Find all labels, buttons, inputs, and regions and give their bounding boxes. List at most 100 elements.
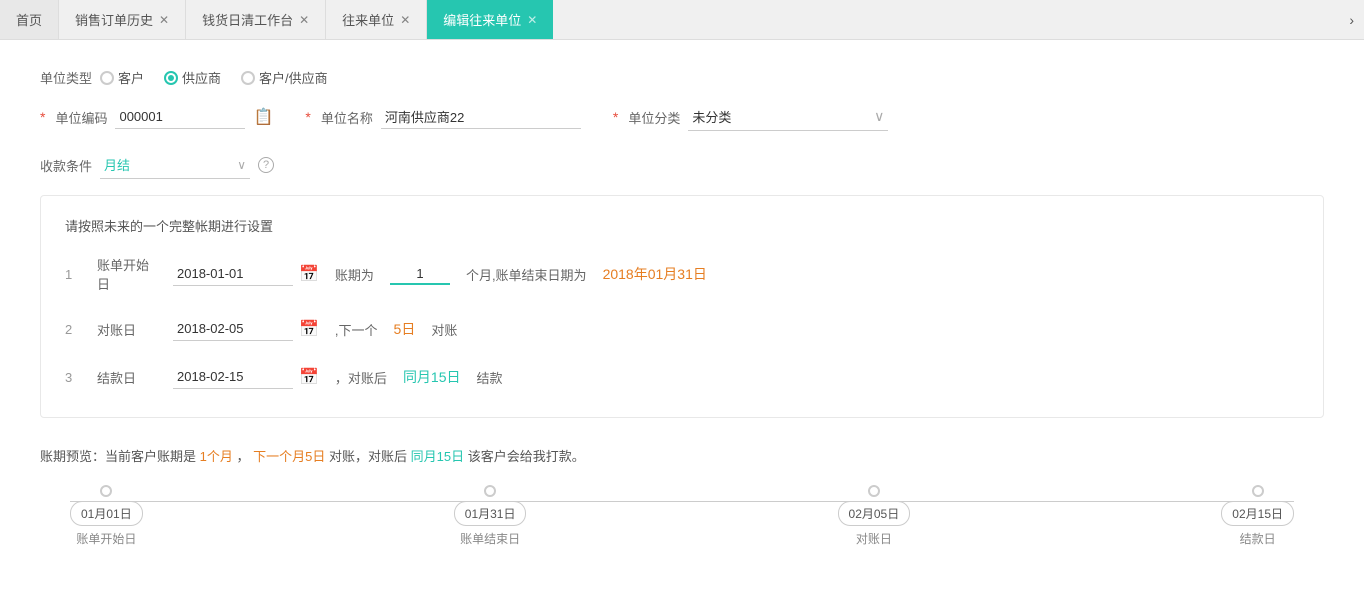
radio-both[interactable]: 客户/供应商 bbox=[241, 68, 328, 87]
reconcile-date-input[interactable] bbox=[173, 317, 293, 341]
row1-suffix: 账期为 bbox=[335, 265, 374, 284]
row3-prefix: ，对账后 bbox=[335, 368, 387, 387]
reconcile-date-row: 2 对账日 📅 ,下一个 5日 对账 bbox=[65, 317, 1299, 341]
tab-sales-order-history[interactable]: 销售订单历史 ✕ bbox=[59, 0, 186, 39]
node3-badge: 02月05日 bbox=[838, 501, 911, 526]
radio-customer-label: 客户 bbox=[118, 68, 144, 87]
payment-terms-value: 月结 bbox=[104, 155, 130, 174]
unit-fields-row: * 单位编码 📋 * 单位名称 * 单位分类 未分类 ∨ bbox=[40, 103, 1324, 131]
row3-label: 结款日 bbox=[97, 368, 157, 387]
node2-label: 账单结束日 bbox=[460, 530, 520, 547]
payment-date-wrap: 📅 bbox=[173, 365, 319, 389]
reconcile-date-calendar-icon[interactable]: 📅 bbox=[299, 319, 319, 339]
row3-num: 3 bbox=[65, 370, 81, 385]
section-instruction: 请按照未来的一个完整帐期进行设置 bbox=[65, 216, 1299, 235]
preview-label: 账期预览：当前客户账期是 bbox=[40, 449, 196, 464]
payment-date-input[interactable] bbox=[173, 365, 293, 389]
unit-code-group: * 单位编码 📋 bbox=[40, 105, 273, 129]
unit-type-label: 单位类型 bbox=[40, 68, 92, 87]
row2-suffix: 对账 bbox=[431, 320, 457, 339]
start-date-calendar-icon[interactable]: 📅 bbox=[299, 264, 319, 284]
unit-code-label: 单位编码 bbox=[55, 108, 107, 127]
start-date-row: 1 账单开始日 📅 账期为 个月,账单结束日期为 2018年01月31日 bbox=[65, 255, 1299, 293]
tab-edit-partner[interactable]: 编辑往来单位 ✕ bbox=[427, 0, 553, 39]
payment-terms-chevron: ∨ bbox=[237, 158, 246, 172]
preview-part2: 下一个月5日 bbox=[253, 449, 325, 464]
preview-part1: 1个月 bbox=[200, 449, 233, 464]
row1-label: 账单开始日 bbox=[97, 255, 157, 293]
preview-part3: 同月15日 bbox=[411, 449, 464, 464]
radio-supplier[interactable]: 供应商 bbox=[164, 68, 221, 87]
unit-name-input[interactable] bbox=[381, 105, 581, 129]
tab-sales-close[interactable]: ✕ bbox=[159, 13, 169, 27]
preview-section: 账期预览：当前客户账期是 1个月 ， 下一个月5日 对账，对账后 同月15日 该… bbox=[40, 434, 1324, 547]
row3-suffix: 结款 bbox=[477, 368, 503, 387]
node2-dot bbox=[484, 485, 496, 497]
radio-customer[interactable]: 客户 bbox=[100, 68, 144, 87]
payment-terms-help[interactable]: ? bbox=[258, 157, 274, 173]
tab-partner-close[interactable]: ✕ bbox=[400, 13, 410, 27]
timeline-node-4: 02月15日 结款日 bbox=[1221, 485, 1294, 547]
tab-partner-unit[interactable]: 往来单位 ✕ bbox=[326, 0, 427, 39]
tab-bar: 首页 销售订单历史 ✕ 钱货日清工作台 ✕ 往来单位 ✕ 编辑往来单位 ✕ › bbox=[0, 0, 1364, 40]
timeline-node-2: 01月31日 账单结束日 bbox=[454, 485, 527, 547]
row2-prefix: ,下一个 bbox=[335, 320, 378, 339]
chevron-right-icon: › bbox=[1349, 12, 1354, 28]
row1-num: 1 bbox=[65, 267, 81, 282]
row1-end-date-highlight: 2018年01月31日 bbox=[603, 264, 707, 284]
tab-more-button[interactable]: › bbox=[1339, 0, 1364, 39]
timeline-node-1: 01月01日 账单开始日 bbox=[70, 485, 143, 547]
tab-sales-label: 销售订单历史 bbox=[75, 10, 153, 29]
period-months-input[interactable] bbox=[390, 264, 450, 285]
node4-badge: 02月15日 bbox=[1221, 501, 1294, 526]
node4-dot bbox=[1252, 485, 1264, 497]
unit-code-star: * bbox=[40, 109, 45, 125]
unit-name-star: * bbox=[305, 109, 310, 125]
tab-partner-label: 往来单位 bbox=[342, 10, 394, 29]
radio-supplier-circle bbox=[164, 71, 178, 85]
node1-dot bbox=[100, 485, 112, 497]
radio-both-label: 客户/供应商 bbox=[259, 68, 328, 87]
preview-sep2: 对账，对账后 bbox=[329, 449, 407, 464]
payment-terms-select[interactable]: 月结 ∨ bbox=[100, 151, 250, 179]
tab-edit-label: 编辑往来单位 bbox=[443, 10, 521, 29]
node2-badge: 01月31日 bbox=[454, 501, 527, 526]
row3-highlight: 同月15日 bbox=[403, 367, 461, 387]
row2-highlight: 5日 bbox=[394, 319, 416, 339]
timeline-node-3: 02月05日 对账日 bbox=[838, 485, 911, 547]
unit-category-star: * bbox=[613, 109, 618, 125]
node1-label: 账单开始日 bbox=[76, 530, 136, 547]
row2-num: 2 bbox=[65, 322, 81, 337]
tab-cash-close[interactable]: ✕ bbox=[299, 13, 309, 27]
tab-home[interactable]: 首页 bbox=[0, 0, 59, 39]
preview-suffix: 该客户会给我打款。 bbox=[468, 449, 585, 464]
radio-supplier-dot bbox=[168, 75, 174, 81]
start-date-wrap: 📅 bbox=[173, 262, 319, 286]
radio-customer-circle bbox=[100, 71, 114, 85]
unit-type-row: 单位类型 客户 供应商 客户/供应商 bbox=[40, 68, 1324, 87]
unit-name-group: * 单位名称 bbox=[305, 105, 580, 129]
row2-label: 对账日 bbox=[97, 320, 157, 339]
unit-code-icon[interactable]: 📋 bbox=[253, 107, 273, 127]
tab-edit-close[interactable]: ✕ bbox=[527, 13, 537, 27]
node3-dot bbox=[868, 485, 880, 497]
node3-label: 对账日 bbox=[856, 530, 892, 547]
unit-category-group: * 单位分类 未分类 ∨ bbox=[613, 103, 888, 131]
start-date-input[interactable] bbox=[173, 262, 293, 286]
payment-terms-row: 收款条件 月结 ∨ ? bbox=[40, 151, 1324, 179]
tab-cash-ledger[interactable]: 钱货日清工作台 ✕ bbox=[186, 0, 326, 39]
unit-category-label: 单位分类 bbox=[628, 108, 680, 127]
payment-date-row: 3 结款日 📅 ，对账后 同月15日 结款 bbox=[65, 365, 1299, 389]
main-content: 单位类型 客户 供应商 客户/供应商 * 单位编码 📋 bbox=[0, 40, 1364, 608]
unit-category-select[interactable]: 未分类 ∨ bbox=[688, 103, 888, 131]
unit-code-input[interactable] bbox=[115, 105, 245, 129]
row1-period-unit: 个月,账单结束日期为 bbox=[466, 265, 587, 284]
unit-type-radio-group: 客户 供应商 客户/供应商 bbox=[100, 68, 328, 87]
tab-home-label: 首页 bbox=[16, 10, 42, 29]
unit-category-value: 未分类 bbox=[692, 107, 731, 126]
payment-date-calendar-icon[interactable]: 📅 bbox=[299, 367, 319, 387]
preview-sep1: ， bbox=[237, 449, 250, 464]
account-period-section: 请按照未来的一个完整帐期进行设置 1 账单开始日 📅 账期为 个月,账单结束日期… bbox=[40, 195, 1324, 418]
radio-supplier-label: 供应商 bbox=[182, 68, 221, 87]
reconcile-date-wrap: 📅 bbox=[173, 317, 319, 341]
